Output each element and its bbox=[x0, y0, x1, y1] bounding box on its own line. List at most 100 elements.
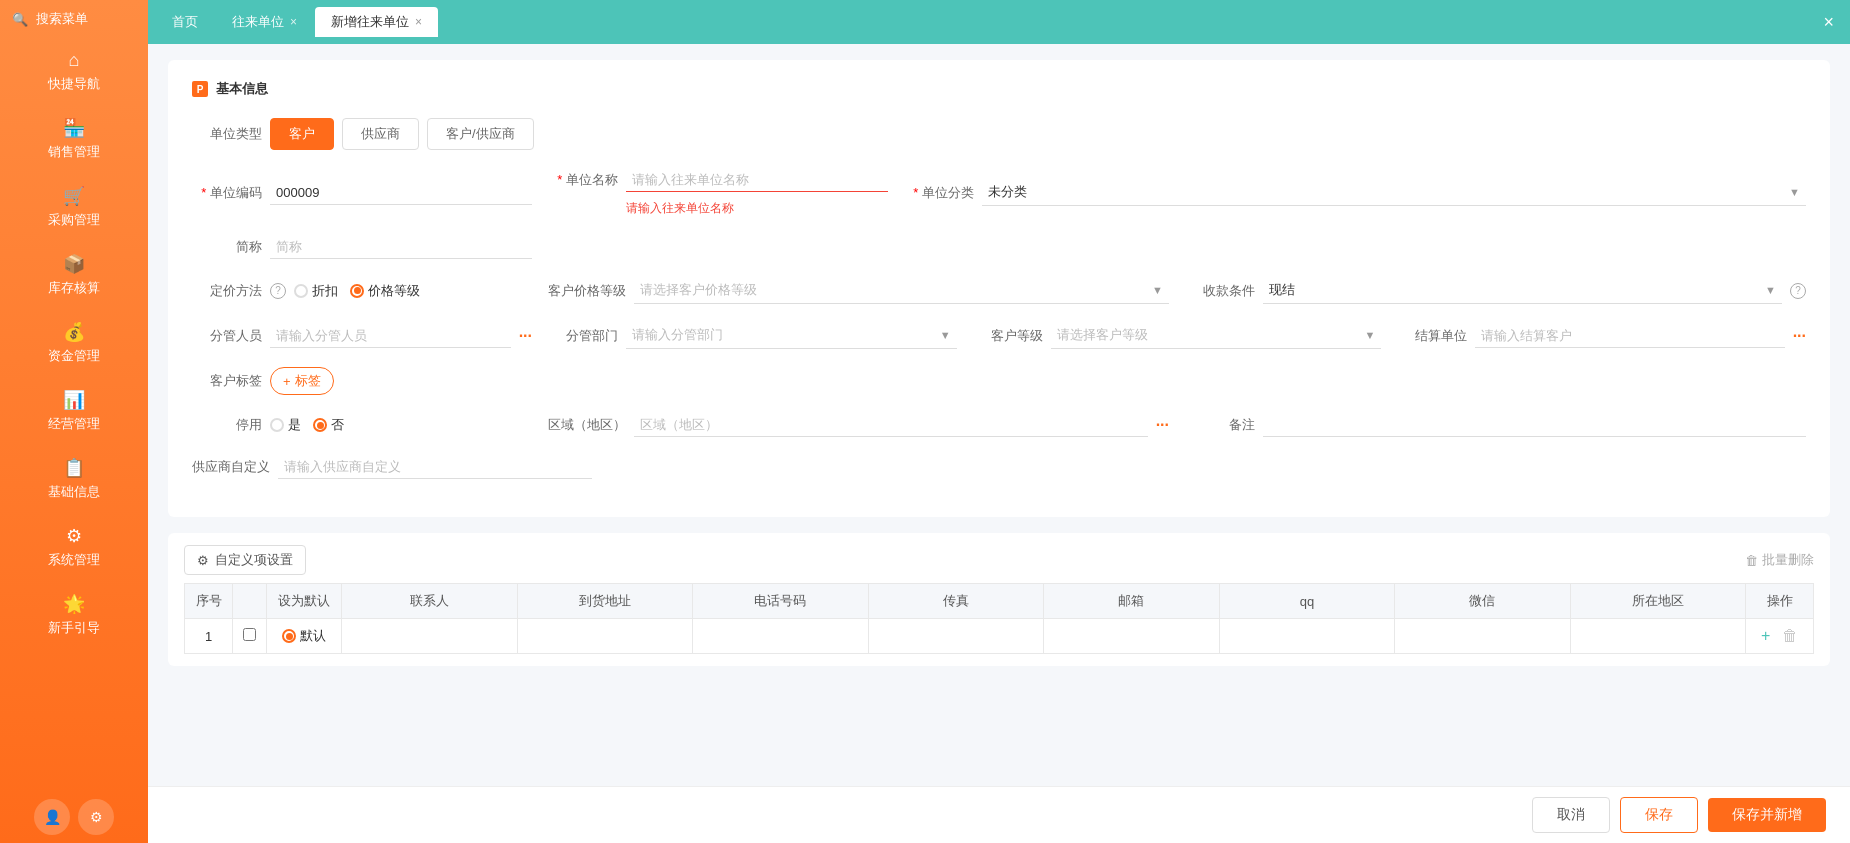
unit-type-row: 单位类型 客户 供应商 客户/供应商 bbox=[192, 118, 1806, 150]
chevron-down-icon: ▼ bbox=[1789, 186, 1800, 198]
cell-address[interactable] bbox=[517, 619, 693, 654]
row-default-radio-option[interactable]: 默认 bbox=[277, 627, 331, 645]
code-name-category-row: 单位编码 单位名称 请输入往来单位名称 单位分类 未分类 bbox=[192, 168, 1806, 217]
row-checkbox[interactable] bbox=[243, 628, 256, 641]
custom-settings-button[interactable]: ⚙ 自定义项设置 bbox=[184, 545, 306, 575]
short-name-input[interactable] bbox=[270, 235, 532, 259]
tab-partner-list-close[interactable]: × bbox=[290, 15, 297, 29]
row-default-radio[interactable] bbox=[282, 629, 296, 643]
col-phone: 电话号码 bbox=[693, 584, 869, 619]
cell-email[interactable] bbox=[1044, 619, 1220, 654]
cell-phone[interactable] bbox=[693, 619, 869, 654]
remark-input[interactable] bbox=[1263, 413, 1806, 437]
disabled-no-option[interactable]: 否 bbox=[313, 416, 344, 434]
tag-row: 客户标签 + 标签 bbox=[192, 367, 1806, 395]
operations-icon: 📊 bbox=[63, 389, 85, 411]
supplier-custom-input[interactable] bbox=[278, 455, 592, 479]
tab-add-partner[interactable]: 新增往来单位 × bbox=[315, 7, 438, 37]
home-icon: ⌂ bbox=[69, 50, 80, 71]
basic-icon: 📋 bbox=[63, 457, 85, 479]
manager-input[interactable] bbox=[270, 324, 511, 348]
row-delete-btn[interactable]: 🗑 bbox=[1778, 625, 1802, 647]
sidebar-item-operations[interactable]: 📊 经营管理 bbox=[0, 377, 148, 445]
sidebar-item-quick-nav[interactable]: ⌂ 快捷导航 bbox=[0, 38, 148, 105]
unit-name-error: 请输入往来单位名称 bbox=[626, 201, 734, 215]
wechat-input[interactable] bbox=[1405, 630, 1560, 644]
add-tag-label: 标签 bbox=[295, 372, 321, 390]
unit-code-input[interactable] bbox=[270, 181, 532, 205]
unit-name-input[interactable] bbox=[626, 168, 888, 192]
unit-type-customer-btn[interactable]: 客户 bbox=[270, 118, 334, 150]
email-input[interactable] bbox=[1054, 630, 1209, 644]
manager-more-btn[interactable]: ··· bbox=[519, 327, 532, 345]
manager-row: 分管人员 ··· 分管部门 请输入分管部门 ▼ 客户等级 请选择客户等级 ▼ bbox=[192, 322, 1806, 349]
tab-add-partner-close[interactable]: × bbox=[415, 15, 422, 29]
fax-input[interactable] bbox=[879, 630, 1034, 644]
sidebar-item-inventory[interactable]: 📦 库存核算 bbox=[0, 241, 148, 309]
sidebar-settings-btn[interactable]: ⚙ bbox=[78, 799, 114, 835]
customer-price-level-group: 客户价格等级 请选择客户价格等级 ▼ bbox=[548, 277, 1169, 304]
payment-terms-group: 收款条件 现结 ▼ ? bbox=[1185, 277, 1806, 304]
payment-terms-help-icon[interactable]: ? bbox=[1790, 283, 1806, 299]
unit-type-both-btn[interactable]: 客户/供应商 bbox=[427, 118, 534, 150]
contact-input[interactable] bbox=[352, 630, 507, 644]
col-contact: 联系人 bbox=[342, 584, 518, 619]
unit-type-supplier-btn[interactable]: 供应商 bbox=[342, 118, 419, 150]
inventory-icon: 📦 bbox=[63, 253, 85, 275]
cell-contact[interactable] bbox=[342, 619, 518, 654]
customer-level-placeholder: 请选择客户等级 bbox=[1057, 326, 1148, 344]
save-button[interactable]: 保存 bbox=[1620, 797, 1698, 833]
add-tag-button[interactable]: + 标签 bbox=[270, 367, 334, 395]
chevron-down-icon-3: ▼ bbox=[1765, 284, 1776, 296]
tab-partner-list-label: 往来单位 bbox=[232, 13, 284, 31]
pricing-price-level-option[interactable]: 价格等级 bbox=[350, 282, 420, 300]
cell-action: + 🗑 bbox=[1746, 619, 1814, 654]
tab-partner-list[interactable]: 往来单位 × bbox=[216, 7, 313, 37]
save-new-button[interactable]: 保存并新增 bbox=[1708, 798, 1826, 832]
settlement-unit-input[interactable] bbox=[1475, 324, 1784, 348]
location-input[interactable] bbox=[1581, 630, 1736, 644]
address-input[interactable] bbox=[528, 630, 683, 644]
sidebar-item-system[interactable]: ⚙ 系统管理 bbox=[0, 513, 148, 581]
tab-bar-close-btn[interactable]: × bbox=[1815, 8, 1842, 37]
disabled-yes-option[interactable]: 是 bbox=[270, 416, 301, 434]
qq-input[interactable] bbox=[1230, 630, 1385, 644]
cancel-button[interactable]: 取消 bbox=[1532, 797, 1610, 833]
sidebar-item-label: 资金管理 bbox=[48, 347, 100, 365]
plus-icon: + bbox=[283, 374, 291, 389]
sidebar-item-purchase[interactable]: 🛒 采购管理 bbox=[0, 173, 148, 241]
pricing-help-icon[interactable]: ? bbox=[270, 283, 286, 299]
settlement-unit-more-btn[interactable]: ··· bbox=[1793, 327, 1806, 345]
region-input[interactable] bbox=[634, 413, 1148, 437]
pricing-discount-radio[interactable] bbox=[294, 284, 308, 298]
remark-label: 备注 bbox=[1185, 416, 1255, 434]
batch-delete-button[interactable]: 🗑 批量删除 bbox=[1745, 551, 1814, 569]
tab-home[interactable]: 首页 bbox=[156, 7, 214, 37]
payment-terms-select[interactable]: 现结 ▼ bbox=[1263, 277, 1782, 304]
cell-fax[interactable] bbox=[868, 619, 1044, 654]
row-add-btn[interactable]: + bbox=[1757, 625, 1774, 647]
customer-level-select[interactable]: 请选择客户等级 ▼ bbox=[1051, 322, 1382, 349]
cell-location[interactable] bbox=[1570, 619, 1746, 654]
disabled-no-radio[interactable] bbox=[313, 418, 327, 432]
pricing-discount-option[interactable]: 折扣 bbox=[294, 282, 338, 300]
sidebar-item-basic[interactable]: 📋 基础信息 bbox=[0, 445, 148, 513]
cell-qq[interactable] bbox=[1219, 619, 1395, 654]
phone-input[interactable] bbox=[703, 630, 858, 644]
cell-checkbox[interactable] bbox=[233, 619, 267, 654]
sidebar-item-guide[interactable]: 🌟 新手引导 bbox=[0, 581, 148, 649]
department-select[interactable]: 请输入分管部门 ▼ bbox=[626, 322, 957, 349]
sidebar-user-btn[interactable]: 👤 bbox=[34, 799, 70, 835]
region-more-btn[interactable]: ··· bbox=[1156, 416, 1169, 434]
pricing-price-level-radio[interactable] bbox=[350, 284, 364, 298]
unit-category-select[interactable]: 未分类 ▼ bbox=[982, 179, 1806, 206]
sidebar-item-finance[interactable]: 💰 资金管理 bbox=[0, 309, 148, 377]
cell-wechat[interactable] bbox=[1395, 619, 1571, 654]
sidebar-search[interactable]: 🔍 搜索菜单 bbox=[0, 0, 148, 38]
customer-price-level-select[interactable]: 请选择客户价格等级 ▼ bbox=[634, 277, 1169, 304]
sidebar-item-sales[interactable]: 🏪 销售管理 bbox=[0, 105, 148, 173]
delete-icon: 🗑 bbox=[1745, 553, 1758, 568]
col-default: 设为默认 bbox=[267, 584, 342, 619]
disabled-yes-radio[interactable] bbox=[270, 418, 284, 432]
table-section: ⚙ 自定义项设置 🗑 批量删除 序号 设为默认 联系人 到货地址 电 bbox=[168, 533, 1830, 666]
